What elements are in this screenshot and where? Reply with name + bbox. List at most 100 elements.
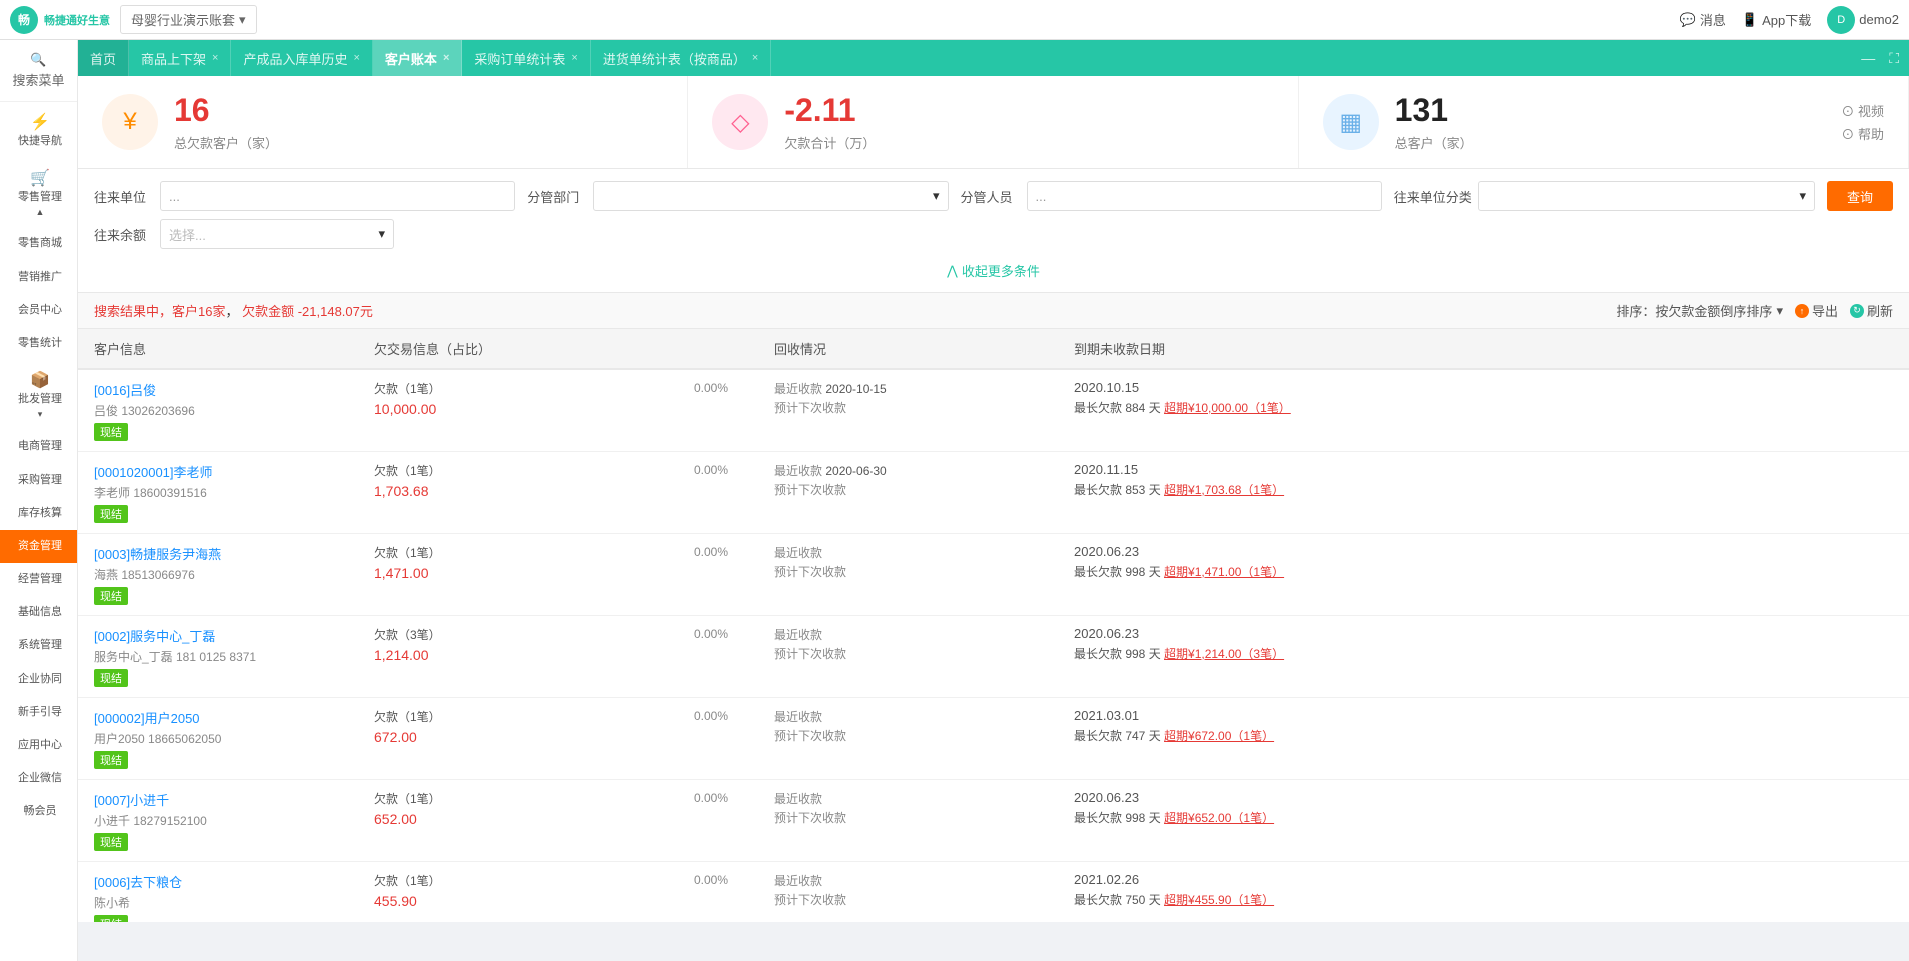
customer-tag: 现结 <box>94 751 128 769</box>
recent-payment-label: 最近收款 <box>774 544 1042 561</box>
stat-info-overdue: 16 总欠款客户（家） <box>174 92 278 152</box>
overdue-link[interactable]: 超期¥1,471.00（1笔） <box>1164 565 1284 579</box>
filter-area: 往来单位 ... 分管部门 ▾ <box>78 169 1909 293</box>
overdue-amount-value: -2.11 <box>784 92 875 129</box>
customer-info-cell: [0003]畅捷服务尹海燕 海燕 18513066976 现结 <box>78 534 358 616</box>
sidebar-item-system[interactable]: 系统管理 <box>0 629 77 662</box>
sidebar-item-member[interactable]: 会员中心 <box>0 294 77 327</box>
result-bar: 搜索结果中，客户16家， 欠款金额 -21,148.07元 排序：按欠款金额倒序… <box>78 293 1909 329</box>
overdue-link[interactable]: 超期¥652.00（1笔） <box>1164 811 1274 825</box>
debt-info-cell: 欠款（1笔） 1,703.68 <box>358 452 678 534</box>
unit-category-chevron-icon: ▾ <box>1799 188 1806 204</box>
data-table: 客户信息 欠交易信息（占比） 回收情况 到期未收款日期 [0016]吕俊 吕俊 … <box>78 329 1909 922</box>
sidebar-item-basic-info[interactable]: 基础信息 <box>0 596 77 629</box>
expand-icon: ▲ <box>36 207 45 217</box>
tab-close-purchase-order[interactable]: × <box>571 52 577 64</box>
customer-contact: 海燕 18513066976 <box>94 566 342 583</box>
sidebar-item-operation[interactable]: 经营管理 <box>0 563 77 596</box>
sidebar-item-marketing[interactable]: 营销推广 <box>0 261 77 294</box>
app-download-button[interactable]: 📱 App下载 <box>1742 10 1811 29</box>
sidebar-item-inventory[interactable]: 库存核算 <box>0 497 77 530</box>
debt-count: 欠款（1笔） <box>374 462 662 479</box>
sidebar-item-quick-nav[interactable]: ⚡ 快捷导航 <box>0 102 77 158</box>
sidebar-item-finance[interactable]: 资金管理 <box>0 530 77 563</box>
export-button[interactable]: ↑ 导出 <box>1795 301 1838 320</box>
person-filter: 分管人员 ... <box>961 181 1382 211</box>
tab-production[interactable]: 产成品入库单历史 × <box>231 40 372 76</box>
overdue-customers-value: 16 <box>174 92 278 129</box>
due-date: 2020.10.15 <box>1074 380 1893 395</box>
sidebar-item-retail-store[interactable]: 零售商城 <box>0 227 77 260</box>
tab-purchase-order[interactable]: 采购订单统计表 × <box>462 40 590 76</box>
customer-name-link[interactable]: [0003]畅捷服务尹海燕 <box>94 544 342 563</box>
sidebar-item-batch-mgmt[interactable]: 📦 批发管理 ▾ <box>0 360 77 430</box>
debt-amount: 1,214.00 <box>374 647 662 663</box>
sidebar-item-app-center[interactable]: 应用中心 <box>0 729 77 762</box>
video-help-btn[interactable]: ⊙ 视频 <box>1841 101 1884 120</box>
overdue-link[interactable]: 超期¥455.90（1笔） <box>1164 893 1274 907</box>
col-recovery: 回收情况 <box>758 329 1058 369</box>
table-row: [0007]小进千 小进千 18279152100 现结 欠款（1笔） 652.… <box>78 780 1909 862</box>
debt-pct-cell: 0.00% <box>678 616 758 698</box>
dept-input[interactable]: ▾ <box>593 181 948 211</box>
debt-count: 欠款（3笔） <box>374 626 662 643</box>
customer-name-link[interactable]: [000002]用户2050 <box>94 708 342 727</box>
sidebar-item-retail-mgmt[interactable]: 🛒 零售管理 ▲ <box>0 158 77 227</box>
customer-name-link[interactable]: [0007]小进千 <box>94 790 342 809</box>
tab-close-customer-account[interactable]: × <box>443 52 449 64</box>
tab-maximize-button[interactable]: ⛶ <box>1885 48 1903 69</box>
help-btn[interactable]: ⊙ 帮助 <box>1841 124 1884 143</box>
sidebar-item-retail-stat[interactable]: 零售统计 <box>0 327 77 360</box>
refresh-button[interactable]: ↻ 刷新 <box>1850 301 1893 320</box>
unit-category-input[interactable]: ▾ <box>1478 181 1815 211</box>
due-date-cell: 2020.10.15 最长欠款 884 天 超期¥10,000.00（1笔） <box>1058 369 1909 452</box>
stat-info-amount: -2.11 欠款合计（万） <box>784 92 875 152</box>
customer-name-link[interactable]: [0006]去下粮仓 <box>94 872 342 891</box>
sidebar-item-new-guide[interactable]: 新手引导 <box>0 696 77 729</box>
recovery-cell: 最近收款 2020-06-30 预计下次收款 <box>758 452 1058 534</box>
person-input[interactable]: ... <box>1027 181 1382 211</box>
tab-customer-account[interactable]: 客户账本 × <box>373 40 462 76</box>
customer-name-link[interactable]: [0002]服务中心_丁磊 <box>94 626 342 645</box>
debt-amount: 10,000.00 <box>374 401 662 417</box>
customer-name-link[interactable]: [0016]吕俊 <box>94 380 342 399</box>
tab-close-inbound-stat[interactable]: × <box>752 52 758 64</box>
tab-inbound-stat[interactable]: 进货单统计表（按商品） × <box>591 40 771 76</box>
table-header: 客户信息 欠交易信息（占比） 回收情况 到期未收款日期 <box>78 329 1909 369</box>
search-menu-button[interactable]: 🔍 搜索菜单 <box>6 48 71 93</box>
sidebar-item-ecommerce[interactable]: 电商管理 <box>0 430 77 463</box>
overdue-link[interactable]: 超期¥1,214.00（3笔） <box>1164 647 1284 661</box>
user-profile[interactable]: D demo2 <box>1827 6 1899 34</box>
search-button[interactable]: 查询 <box>1827 181 1893 211</box>
stat-info-total: 131 总客户（家） <box>1395 92 1473 152</box>
sidebar-item-vip[interactable]: 畅会员 <box>0 795 77 828</box>
debt-percentage: 0.00% <box>694 381 728 395</box>
main-content: ¥ 16 总欠款客户（家） ◇ -2.11 欠款合计（万） <box>78 76 1909 961</box>
debt-amount: 1,703.68 <box>374 483 662 499</box>
store-selector[interactable]: 母婴行业演示账套 ▾ <box>120 5 257 34</box>
overdue-link[interactable]: 超期¥672.00（1笔） <box>1164 729 1274 743</box>
home-tab-label: 首页 <box>90 49 116 68</box>
tab-close-products[interactable]: × <box>212 52 218 64</box>
tab-minimize-button[interactable]: — <box>1857 48 1879 68</box>
next-payment-label: 预计下次收款 <box>774 891 1042 908</box>
message-button[interactable]: 💬 消息 <box>1680 10 1726 29</box>
collapse-button[interactable]: ⋀ 收起更多条件 <box>94 257 1893 284</box>
sort-select[interactable]: 排序：按欠款金额倒序排序 ▾ <box>1616 301 1783 320</box>
customer-info-cell: [000002]用户2050 用户2050 18665062050 现结 <box>78 698 358 780</box>
from-unit-input[interactable]: ... <box>160 181 515 211</box>
sidebar-item-enterprise[interactable]: 企业协同 <box>0 663 77 696</box>
overdue-days: 最长欠款 884 天 超期¥10,000.00（1笔） <box>1074 399 1893 416</box>
overdue-link[interactable]: 超期¥1,703.68（1笔） <box>1164 483 1284 497</box>
sidebar-item-purchase[interactable]: 采购管理 <box>0 464 77 497</box>
debt-info-cell: 欠款（3笔） 1,214.00 <box>358 616 678 698</box>
balance-filter: 往来余额 选择... ▾ <box>94 219 394 249</box>
app-container: 畅 畅捷通好生意 母婴行业演示账套 ▾ 💬 消息 📱 App下载 D demo2 <box>0 0 1909 961</box>
tab-home[interactable]: 首页 <box>78 40 129 76</box>
sidebar-item-wecom[interactable]: 企业微信 <box>0 762 77 795</box>
tab-products[interactable]: 商品上下架 × <box>129 40 231 76</box>
tab-close-production[interactable]: × <box>353 52 359 64</box>
customer-name-link[interactable]: [0001020001]李老师 <box>94 462 342 481</box>
balance-input[interactable]: 选择... ▾ <box>160 219 394 249</box>
overdue-link[interactable]: 超期¥10,000.00（1笔） <box>1164 401 1291 415</box>
